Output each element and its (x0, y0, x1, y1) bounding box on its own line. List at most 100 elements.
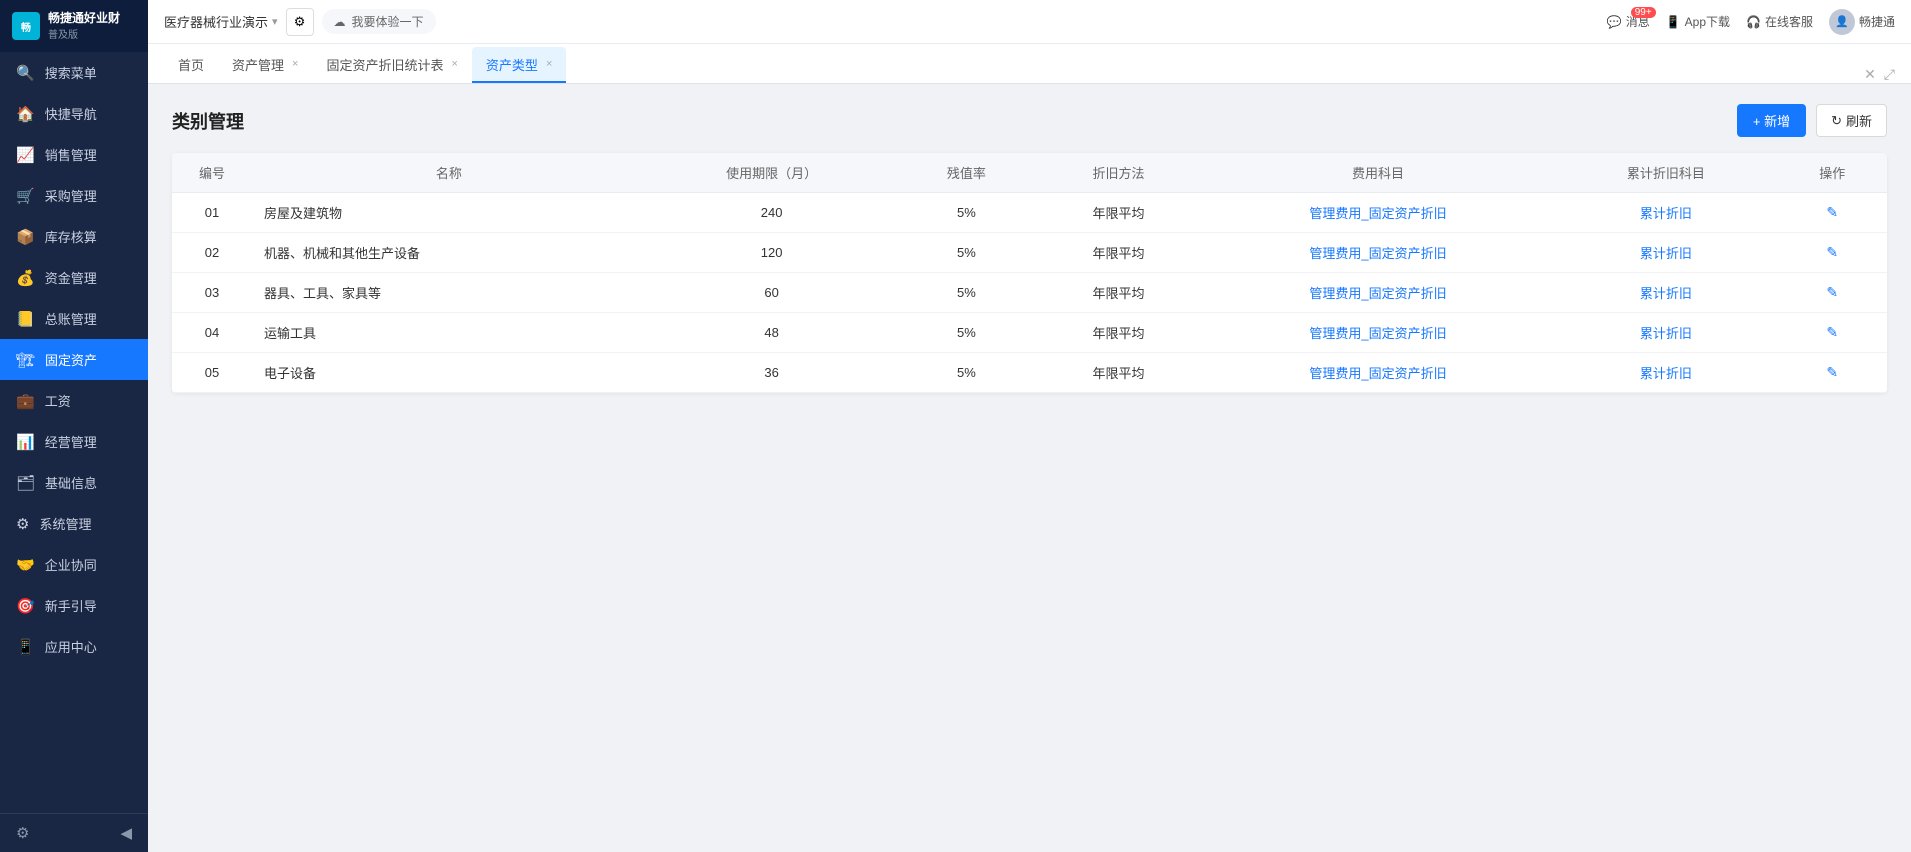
message-action[interactable]: 💬 消息 99+ (1607, 13, 1650, 30)
tab-asset-mgmt[interactable]: 资产管理× (218, 47, 312, 83)
fixed-assets-icon: 🏗 (16, 351, 35, 369)
row-acc-subject-link-4[interactable]: 累计折旧 (1640, 366, 1692, 381)
row-action-4[interactable]: ✎ (1778, 353, 1887, 393)
sidebar-item-app-center[interactable]: 📱 应用中心 (0, 626, 148, 667)
tab-home[interactable]: 首页 (164, 47, 218, 83)
tab-label-home: 首页 (178, 55, 204, 74)
col-header-4: 折旧方法 (1035, 153, 1201, 193)
category-table: 编号名称使用期限（月）残值率折旧方法费用科目累计折旧科目操作 01房屋及建筑物2… (172, 153, 1887, 393)
row-acc-subject-2[interactable]: 累计折旧 (1554, 273, 1777, 313)
edit-icon-1[interactable]: ✎ (1826, 244, 1838, 260)
row-acc-subject-link-2[interactable]: 累计折旧 (1640, 286, 1692, 301)
tab-window-controls: ✕ ⤢ (1864, 66, 1895, 83)
sidebar-label-funds: 资金管理 (45, 268, 97, 287)
row-action-2[interactable]: ✎ (1778, 273, 1887, 313)
row-expense-subject-link-1[interactable]: 管理费用_固定资产折旧 (1309, 246, 1446, 261)
row-acc-subject-link-3[interactable]: 累计折旧 (1640, 326, 1692, 341)
row-expense-subject-3[interactable]: 管理费用_固定资产折旧 (1202, 313, 1555, 353)
sidebar-item-guide[interactable]: 🎯 新手引导 (0, 585, 148, 626)
row-action-0[interactable]: ✎ (1778, 193, 1887, 233)
row-id-0: 01 (172, 193, 252, 233)
close-window-icon[interactable]: ✕ (1864, 66, 1876, 83)
row-dep-method-4: 年限平均 (1035, 353, 1201, 393)
user-action[interactable]: 👤 畅捷通 (1829, 9, 1895, 35)
sidebar-item-purchase[interactable]: 🛒 采购管理 (0, 175, 148, 216)
edit-icon-3[interactable]: ✎ (1826, 324, 1838, 340)
main-area: 医疗器械行业演示 ▾ ⚙ ☁ 我要体验一下 💬 消息 99+ 📱 App下载 (148, 0, 1911, 852)
experience-button[interactable]: ☁ 我要体验一下 (322, 9, 436, 34)
collapse-icon[interactable]: ◀ (120, 824, 132, 842)
row-expense-subject-1[interactable]: 管理费用_固定资产折旧 (1202, 233, 1555, 273)
row-name-0: 房屋及建筑物 (252, 193, 646, 233)
edit-icon-2[interactable]: ✎ (1826, 284, 1838, 300)
row-expense-subject-link-3[interactable]: 管理费用_固定资产折旧 (1309, 326, 1446, 341)
row-expense-subject-link-2[interactable]: 管理费用_固定资产折旧 (1309, 286, 1446, 301)
settings-icon[interactable]: ⚙ (16, 824, 29, 842)
row-action-3[interactable]: ✎ (1778, 313, 1887, 353)
row-expense-subject-2[interactable]: 管理费用_固定资产折旧 (1202, 273, 1555, 313)
row-expense-subject-0[interactable]: 管理费用_固定资产折旧 (1202, 193, 1555, 233)
message-icon: 💬 (1607, 15, 1622, 29)
row-expense-subject-link-4[interactable]: 管理费用_固定资产折旧 (1309, 366, 1446, 381)
sales-icon: 📈 (16, 146, 35, 164)
tab-asset-type[interactable]: 资产类型 × (472, 47, 566, 83)
row-acc-subject-1[interactable]: 累计折旧 (1554, 233, 1777, 273)
tab-close-depreciation-table[interactable]: × (451, 58, 457, 70)
tab-depreciation-table[interactable]: 固定资产折旧统计表 × (312, 47, 471, 83)
sidebar-item-funds[interactable]: 💰 资金管理 (0, 257, 148, 298)
col-header-5: 费用科目 (1202, 153, 1555, 193)
sidebar-item-payroll[interactable]: 💼 工资 (0, 380, 148, 421)
row-acc-subject-link-1[interactable]: 累计折旧 (1640, 246, 1692, 261)
new-button[interactable]: + 新增 (1737, 104, 1806, 137)
sidebar-item-search[interactable]: 🔍 搜索菜单 (0, 52, 148, 93)
row-period-2: 60 (646, 273, 898, 313)
row-action-1[interactable]: ✎ (1778, 233, 1887, 273)
ledger-icon: 📒 (16, 310, 35, 328)
row-dep-method-0: 年限平均 (1035, 193, 1201, 233)
online-service-label: 在线客服 (1765, 13, 1813, 30)
row-acc-subject-0[interactable]: 累计折旧 (1554, 193, 1777, 233)
topbar-settings-button[interactable]: ⚙ (286, 8, 314, 36)
refresh-label: 刷新 (1846, 111, 1872, 130)
demo-selector[interactable]: 医疗器械行业演示 ▾ (164, 12, 278, 31)
row-expense-subject-4[interactable]: 管理费用_固定资产折旧 (1202, 353, 1555, 393)
operations-icon: 📊 (16, 433, 35, 451)
table-row: 05电子设备365%年限平均管理费用_固定资产折旧累计折旧✎ (172, 353, 1887, 393)
basic-info-icon: 🗂 (16, 474, 35, 492)
row-acc-subject-4[interactable]: 累计折旧 (1554, 353, 1777, 393)
table-row: 04运输工具485%年限平均管理费用_固定资产折旧累计折旧✎ (172, 313, 1887, 353)
refresh-button[interactable]: ↻ 刷新 (1816, 104, 1887, 137)
tab-label-depreciation-table: 固定资产折旧统计表 (326, 55, 443, 74)
sidebar-item-sales[interactable]: 📈 销售管理 (0, 134, 148, 175)
app-center-icon: 📱 (16, 638, 35, 656)
row-name-3: 运输工具 (252, 313, 646, 353)
inventory-icon: 📦 (16, 228, 35, 246)
sidebar-header: 畅 畅捷通好业财 普及版 (0, 0, 148, 52)
app-download-action[interactable]: 📱 App下载 (1666, 13, 1730, 30)
sidebar-item-system[interactable]: ⚙ 系统管理 (0, 503, 148, 544)
edit-icon-4[interactable]: ✎ (1826, 364, 1838, 380)
tab-close-asset-mgmt[interactable]: × (292, 58, 298, 70)
sidebar-item-basic-info[interactable]: 🗂 基础信息 (0, 462, 148, 503)
sidebar-item-ledger[interactable]: 📒 总账管理 (0, 298, 148, 339)
tab-close-asset-type[interactable]: × (546, 58, 552, 70)
quick-nav-icon: 🏠 (16, 105, 35, 123)
sidebar-item-quick-nav[interactable]: 🏠 快捷导航 (0, 93, 148, 134)
sidebar-item-fixed-assets[interactable]: 🏗 固定资产 (0, 339, 148, 380)
row-expense-subject-link-0[interactable]: 管理费用_固定资产折旧 (1309, 206, 1446, 221)
sidebar-item-operations[interactable]: 📊 经营管理 (0, 421, 148, 462)
edit-icon-0[interactable]: ✎ (1826, 204, 1838, 220)
funds-icon: 💰 (16, 269, 35, 287)
online-service-action[interactable]: 🎧 在线客服 (1746, 13, 1813, 30)
row-period-0: 240 (646, 193, 898, 233)
row-acc-subject-link-0[interactable]: 累计折旧 (1640, 206, 1692, 221)
page-actions: + 新增 ↻ 刷新 (1737, 104, 1887, 137)
row-dep-method-1: 年限平均 (1035, 233, 1201, 273)
maximize-window-icon[interactable]: ⤢ (1884, 66, 1895, 83)
row-acc-subject-3[interactable]: 累计折旧 (1554, 313, 1777, 353)
sidebar-item-cooperation[interactable]: 🤝 企业协同 (0, 544, 148, 585)
table-header: 编号名称使用期限（月）残值率折旧方法费用科目累计折旧科目操作 (172, 153, 1887, 193)
app-name: 畅捷通好业财 (48, 11, 120, 27)
tab-label-asset-type: 资产类型 (486, 55, 538, 74)
sidebar-item-inventory[interactable]: 📦 库存核算 (0, 216, 148, 257)
